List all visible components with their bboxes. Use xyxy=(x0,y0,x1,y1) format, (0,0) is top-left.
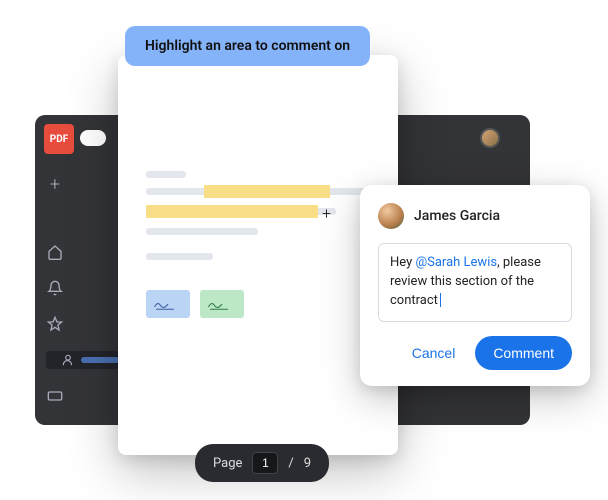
cancel-button[interactable]: Cancel xyxy=(402,337,466,369)
signature-field-blue[interactable] xyxy=(146,290,190,318)
star-icon[interactable] xyxy=(46,315,64,333)
page-input[interactable] xyxy=(252,452,278,474)
instruction-tooltip: Highlight an area to comment on xyxy=(125,26,370,66)
comment-text: Hey xyxy=(390,255,415,270)
comment-author: James Garcia xyxy=(414,208,500,224)
avatar xyxy=(378,203,404,229)
doc-text-line xyxy=(146,171,186,178)
bell-icon[interactable] xyxy=(46,279,64,297)
text-cursor-icon xyxy=(440,293,441,307)
crosshair-cursor-icon: + xyxy=(322,204,331,223)
comment-input[interactable]: Hey @Sarah Lewis, please review this sec… xyxy=(378,243,572,322)
signature-field-green[interactable] xyxy=(200,290,244,318)
signature-row xyxy=(146,290,370,318)
page-label: Page xyxy=(213,456,242,471)
doc-text-line xyxy=(146,253,213,260)
add-icon[interactable]: + xyxy=(46,175,64,193)
comment-actions: Cancel Comment xyxy=(378,336,572,370)
highlight[interactable] xyxy=(146,205,318,218)
doc-highlight-row[interactable]: + xyxy=(146,208,370,218)
comment-header: James Garcia xyxy=(378,203,572,229)
keyboard-icon[interactable] xyxy=(46,387,64,405)
comment-button[interactable]: Comment xyxy=(475,336,572,370)
doc-text-line xyxy=(146,228,258,235)
page-total: 9 xyxy=(304,456,311,471)
page-indicator: Page / 9 xyxy=(195,444,329,482)
toggle-switch[interactable] xyxy=(80,130,106,146)
doc-highlight-row[interactable] xyxy=(146,188,370,198)
highlight[interactable] xyxy=(204,185,330,198)
avatar[interactable] xyxy=(480,128,500,148)
comment-popover: James Garcia Hey @Sarah Lewis, please re… xyxy=(360,185,590,386)
page-separator: / xyxy=(288,456,293,471)
mention[interactable]: @Sarah Lewis xyxy=(415,255,497,270)
document-preview[interactable]: + xyxy=(118,55,398,455)
home-icon[interactable] xyxy=(46,243,64,261)
pdf-logo: PDF xyxy=(44,124,74,154)
